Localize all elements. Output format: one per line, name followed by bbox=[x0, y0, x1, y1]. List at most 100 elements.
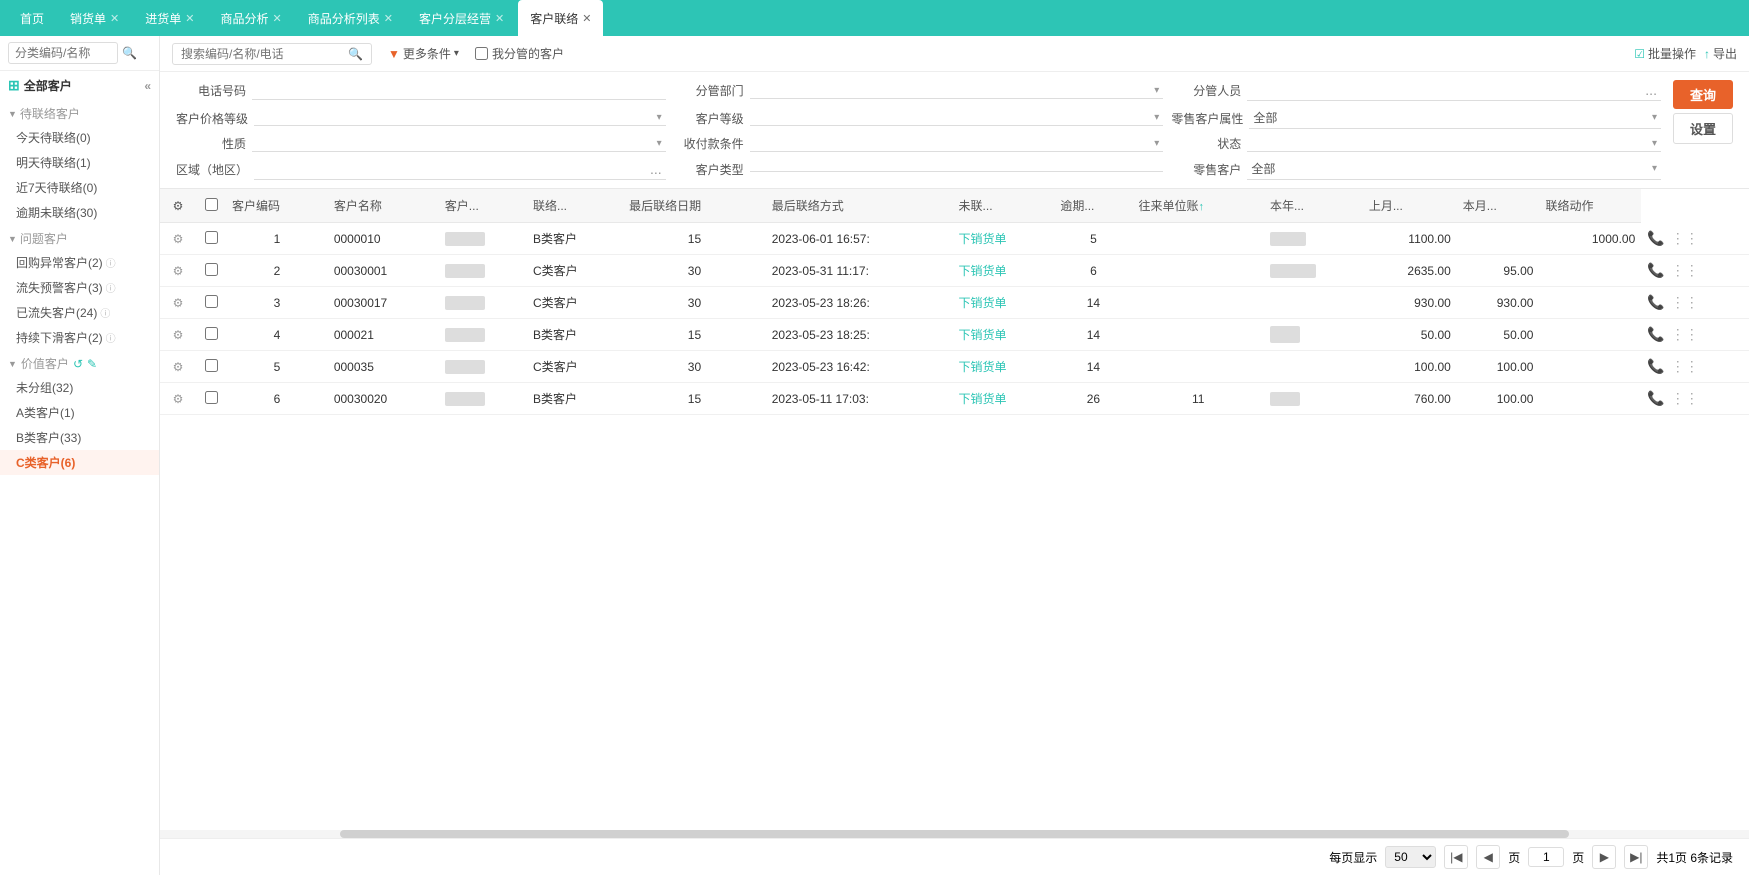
nature-select[interactable]: ▾ bbox=[252, 136, 666, 152]
row-checkbox[interactable] bbox=[205, 359, 218, 372]
row-checkbox[interactable] bbox=[205, 391, 218, 404]
call-icon[interactable]: 📞 bbox=[1647, 262, 1664, 279]
sidebar-section-value[interactable]: 价值客户 ↺ ✎ bbox=[0, 350, 159, 375]
my-customers-checkbox[interactable]: 我分管的客户 bbox=[475, 45, 564, 62]
search-icon[interactable]: 🔍 bbox=[122, 46, 137, 60]
row-checkbox[interactable] bbox=[205, 263, 218, 276]
search-icon[interactable]: 🔍 bbox=[348, 47, 363, 61]
last-page-button[interactable]: ▶| bbox=[1624, 845, 1648, 869]
more-actions-icon[interactable]: ⋮⋮ bbox=[1671, 358, 1699, 375]
customer-level-select[interactable]: ▾ bbox=[750, 110, 1164, 126]
row-last-contact-method[interactable]: 下销货单 bbox=[953, 383, 1055, 415]
query-button[interactable]: 查询 bbox=[1673, 80, 1733, 109]
row-check[interactable] bbox=[196, 319, 226, 351]
sidebar-item-b-class[interactable]: B类客户(33) bbox=[0, 425, 159, 450]
close-icon[interactable]: ✕ bbox=[384, 12, 393, 25]
call-icon[interactable]: 📞 bbox=[1647, 326, 1664, 343]
nav-customer-segment[interactable]: 客户分层经营 ✕ bbox=[407, 0, 516, 36]
my-customers-check-input[interactable] bbox=[475, 47, 488, 60]
row-gear[interactable]: ⚙ bbox=[160, 319, 196, 351]
more-actions-icon[interactable]: ⋮⋮ bbox=[1671, 326, 1699, 343]
customer-type-select[interactable] bbox=[750, 167, 1164, 172]
close-icon[interactable]: ✕ bbox=[185, 12, 194, 25]
manager-select[interactable]: ... bbox=[1247, 80, 1661, 101]
call-icon[interactable]: 📞 bbox=[1647, 230, 1664, 247]
select-all-checkbox[interactable] bbox=[205, 198, 218, 211]
region-select[interactable]: ... bbox=[254, 159, 666, 180]
sidebar-item-7days-contact[interactable]: 近7天待联络(0) bbox=[0, 175, 159, 200]
more-actions-icon[interactable]: ⋮⋮ bbox=[1671, 262, 1699, 279]
row-gear[interactable]: ⚙ bbox=[160, 287, 196, 319]
nav-sales-order[interactable]: 销货单 ✕ bbox=[58, 0, 131, 36]
sidebar-item-today-contact[interactable]: 今天待联络(0) bbox=[0, 125, 159, 150]
horizontal-scrollbar[interactable] bbox=[160, 830, 1749, 838]
sidebar-item-declining[interactable]: 持续下滑客户(2) ⓘ bbox=[0, 325, 159, 350]
row-gear[interactable]: ⚙ bbox=[160, 223, 196, 255]
row-last-contact-method[interactable]: 下销货单 bbox=[953, 223, 1055, 255]
close-icon[interactable]: ✕ bbox=[582, 12, 591, 25]
row-checkbox[interactable] bbox=[205, 295, 218, 308]
sidebar-item-tomorrow-contact[interactable]: 明天待联络(1) bbox=[0, 150, 159, 175]
sidebar-item-churned[interactable]: 已流失客户(24) ⓘ bbox=[0, 300, 159, 325]
nav-product-analysis[interactable]: 商品分析 ✕ bbox=[208, 0, 293, 36]
more-icon[interactable]: ... bbox=[650, 161, 662, 177]
row-last-contact-method[interactable]: 下销货单 bbox=[953, 255, 1055, 287]
more-actions-icon[interactable]: ⋮⋮ bbox=[1671, 294, 1699, 311]
price-level-select[interactable]: ▾ bbox=[254, 110, 666, 126]
export-button[interactable]: ↑ 导出 bbox=[1704, 45, 1737, 62]
row-last-contact-method[interactable]: 下销货单 bbox=[953, 351, 1055, 383]
next-page-button[interactable]: ▶ bbox=[1592, 845, 1616, 869]
nav-customer-contact[interactable]: 客户联络 ✕ bbox=[518, 0, 603, 36]
col-header-gear[interactable]: ⚙ bbox=[160, 189, 196, 223]
close-icon[interactable]: ✕ bbox=[495, 12, 504, 25]
more-actions-icon[interactable]: ⋮⋮ bbox=[1671, 390, 1699, 407]
filter-more-button[interactable]: ▼ 更多条件 ▾ bbox=[380, 42, 467, 65]
sidebar-section-pending[interactable]: 待联络客户 bbox=[0, 100, 159, 125]
sidebar-item-churn-warning[interactable]: 流失预警客户(3) ⓘ bbox=[0, 275, 159, 300]
nav-purchase-order[interactable]: 进货单 ✕ bbox=[133, 0, 206, 36]
status-select[interactable]: ▾ bbox=[1247, 136, 1661, 152]
more-icon[interactable]: ... bbox=[1645, 82, 1657, 98]
sidebar-item-repurchase-abnormal[interactable]: 回购异常客户(2) ⓘ bbox=[0, 250, 159, 275]
refresh-icon[interactable]: ↺ bbox=[73, 357, 83, 371]
row-checkbox[interactable] bbox=[205, 327, 218, 340]
collapse-icon[interactable]: « bbox=[144, 79, 151, 93]
row-check[interactable] bbox=[196, 287, 226, 319]
page-number-input[interactable] bbox=[1528, 847, 1564, 867]
scrollbar-thumb[interactable] bbox=[340, 830, 1569, 838]
row-gear[interactable]: ⚙ bbox=[160, 351, 196, 383]
call-icon[interactable]: 📞 bbox=[1647, 358, 1664, 375]
row-gear[interactable]: ⚙ bbox=[160, 383, 196, 415]
sidebar-item-overdue-contact[interactable]: 逾期未联络(30) bbox=[0, 200, 159, 225]
sidebar-search-input[interactable] bbox=[8, 42, 118, 64]
nav-product-analysis-list[interactable]: 商品分析列表 ✕ bbox=[296, 0, 405, 36]
retail-customer-select[interactable]: 全部 ▾ bbox=[1247, 158, 1661, 180]
more-actions-icon[interactable]: ⋮⋮ bbox=[1671, 230, 1699, 247]
nav-home[interactable]: 首页 bbox=[8, 0, 56, 36]
dept-select[interactable]: ▾ bbox=[750, 83, 1164, 99]
row-check[interactable] bbox=[196, 383, 226, 415]
call-icon[interactable]: 📞 bbox=[1647, 294, 1664, 311]
payment-select[interactable]: ▾ bbox=[750, 136, 1164, 152]
call-icon[interactable]: 📞 bbox=[1647, 390, 1664, 407]
sidebar-item-a-class[interactable]: A类客户(1) bbox=[0, 400, 159, 425]
close-icon[interactable]: ✕ bbox=[273, 12, 282, 25]
per-page-select[interactable]: 50 100 bbox=[1385, 846, 1436, 868]
col-header-check[interactable] bbox=[196, 189, 226, 223]
sidebar-all-customers[interactable]: ⊞ 全部客户 « bbox=[0, 71, 159, 100]
settings-button[interactable]: 设置 bbox=[1673, 113, 1733, 144]
sidebar-item-unclassified[interactable]: 未分组(32) bbox=[0, 375, 159, 400]
row-last-contact-method[interactable]: 下销货单 bbox=[953, 319, 1055, 351]
retail-attr-select[interactable]: 全部 ▾ bbox=[1249, 107, 1661, 129]
row-checkbox[interactable] bbox=[205, 231, 218, 244]
search-input[interactable] bbox=[181, 47, 348, 61]
row-last-contact-method[interactable]: 下销货单 bbox=[953, 287, 1055, 319]
close-icon[interactable]: ✕ bbox=[110, 12, 119, 25]
row-check[interactable] bbox=[196, 255, 226, 287]
phone-input[interactable] bbox=[252, 81, 666, 100]
sidebar-section-problem[interactable]: 问题客户 bbox=[0, 225, 159, 250]
first-page-button[interactable]: |◀ bbox=[1444, 845, 1468, 869]
row-check[interactable] bbox=[196, 351, 226, 383]
sidebar-item-c-class[interactable]: C类客户(6) bbox=[0, 450, 159, 475]
edit-icon[interactable]: ✎ bbox=[87, 357, 97, 371]
